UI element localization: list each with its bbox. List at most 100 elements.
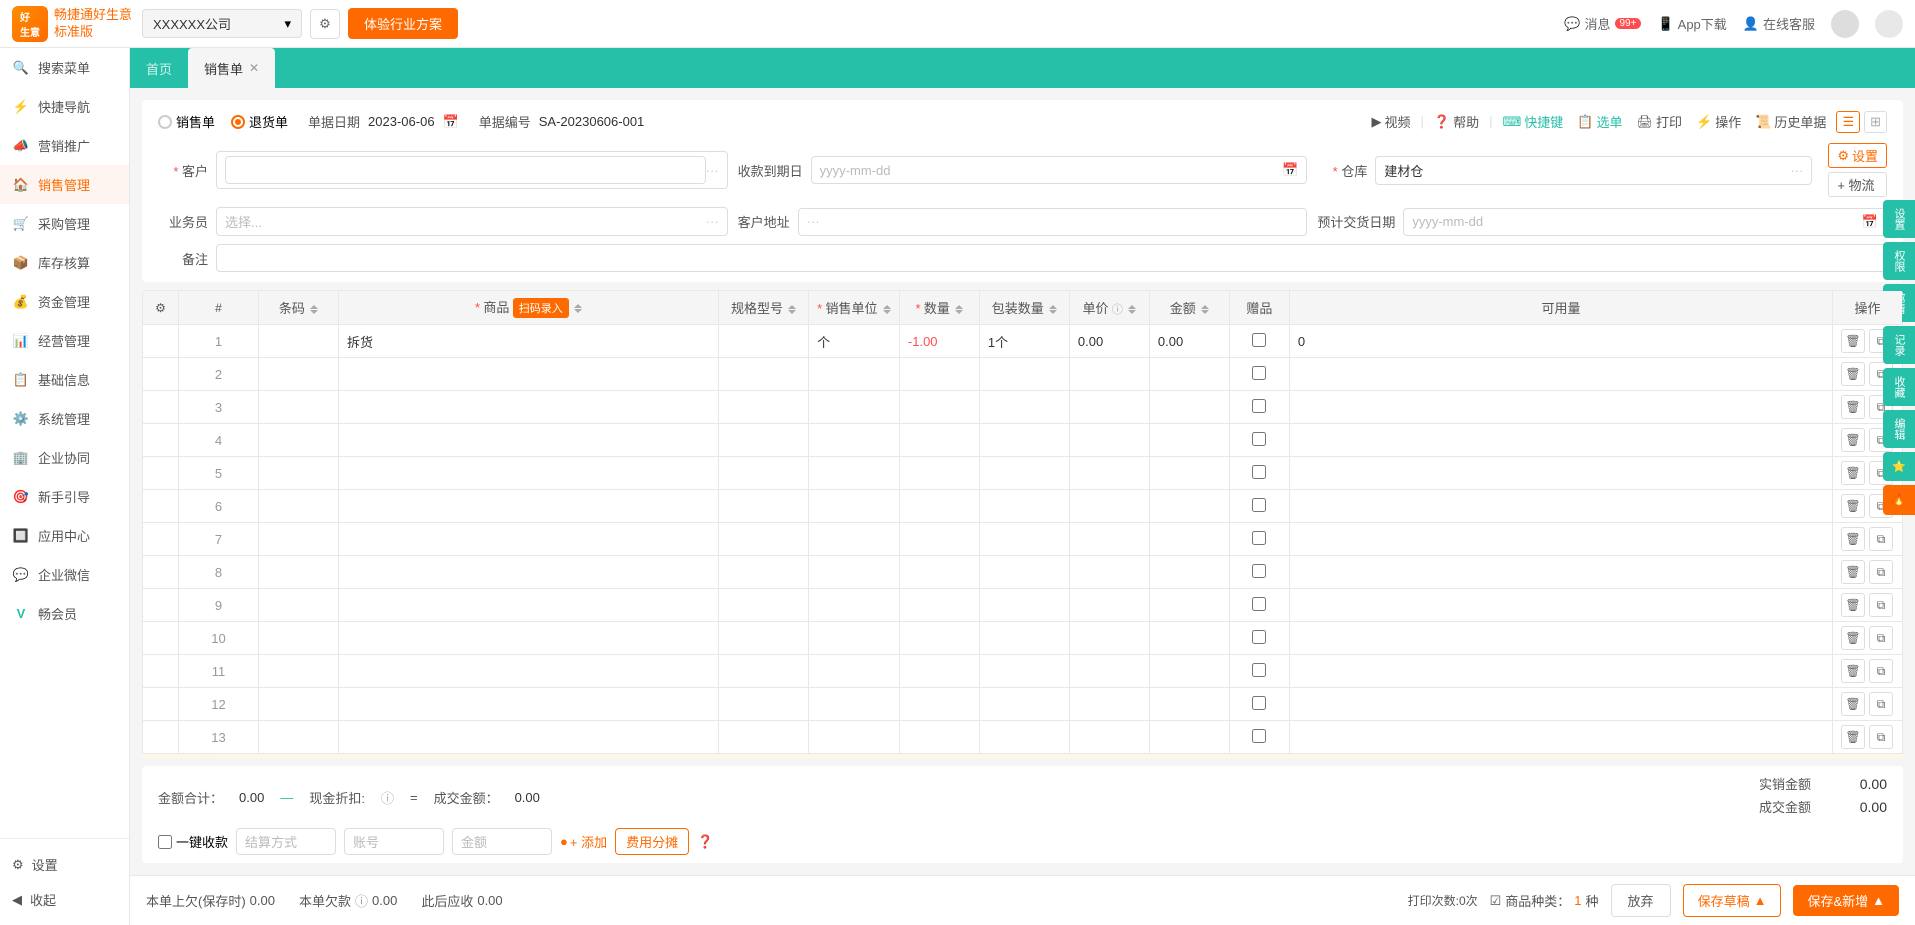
discount-help-icon[interactable]: ⓘ [381, 788, 394, 807]
sidebar-item-search[interactable]: 🔍 搜索菜单 [0, 48, 129, 87]
delete-row-btn[interactable]: 🗑 [1841, 626, 1865, 650]
tab-sale-order[interactable]: 销售单 ✕ [188, 48, 275, 88]
calendar-icon2[interactable]: 📅 [1282, 162, 1298, 178]
warehouse-input[interactable]: 建材仓 ··· [1375, 156, 1812, 185]
rfloat-btn-2[interactable]: 权限 [1883, 242, 1915, 280]
calendar-icon3[interactable]: 📅 [1862, 214, 1878, 230]
save-draft-button[interactable]: 保存草稿 ▲ [1683, 884, 1782, 917]
delete-row-btn[interactable]: 🗑 [1841, 692, 1865, 716]
delete-row-btn[interactable]: 🗑 [1841, 329, 1865, 353]
trial-button[interactable]: 体验行业方案 [348, 8, 458, 39]
abandon-button[interactable]: 放弃 [1611, 884, 1671, 917]
history-btn[interactable]: 📜 历史单据 [1751, 110, 1830, 133]
gift-checkbox[interactable] [1252, 531, 1266, 545]
gift-checkbox[interactable] [1252, 597, 1266, 611]
sidebar-collapse[interactable]: ◀ 收起 [0, 882, 129, 917]
sidebar-item-operation[interactable]: 📊 经营管理 [0, 321, 129, 360]
sidebar-item-inventory[interactable]: 📦 库存核算 [0, 243, 129, 282]
avatar2[interactable] [1875, 10, 1903, 38]
account-input[interactable]: 账号 [344, 828, 444, 855]
customer-input[interactable]: ··· [216, 151, 728, 189]
rfloat-btn-1[interactable]: 设置 [1883, 200, 1915, 238]
rfloat-btn-7[interactable]: ⭐ [1883, 452, 1915, 481]
gift-checkbox[interactable] [1252, 333, 1266, 347]
copy-row-btn[interactable]: ⧉ [1869, 659, 1893, 683]
gift-checkbox[interactable] [1252, 630, 1266, 644]
radio-return[interactable]: 退货单 [231, 112, 288, 131]
delete-row-btn[interactable]: 🗑 [1841, 494, 1865, 518]
settings-form-btn[interactable]: ⚙ 设置 [1828, 143, 1887, 168]
gift-checkbox[interactable] [1252, 663, 1266, 677]
salesperson-select-icon[interactable]: ··· [706, 214, 719, 229]
gift-checkbox[interactable] [1252, 399, 1266, 413]
settle-method-input[interactable]: 结算方式 [236, 828, 336, 855]
add-payment-btn[interactable]: ● + 添加 [560, 832, 607, 851]
one-click-pay-checkbox[interactable] [158, 835, 172, 849]
copy-row-btn[interactable]: ⧉ [1869, 527, 1893, 551]
delete-row-btn[interactable]: 🗑 [1841, 560, 1865, 584]
sidebar-item-appstore[interactable]: 🔲 应用中心 [0, 516, 129, 555]
tab-home[interactable]: 首页 [130, 48, 188, 88]
sidebar-item-finance[interactable]: 💰 资金管理 [0, 282, 129, 321]
delete-row-btn[interactable]: 🗑 [1841, 593, 1865, 617]
copy-row-btn[interactable]: ⧉ [1869, 725, 1893, 749]
logistics-btn[interactable]: + 物流 [1828, 172, 1887, 197]
print-btn[interactable]: 🖨 打印 [1633, 110, 1687, 133]
delete-row-btn[interactable]: 🗑 [1841, 725, 1865, 749]
rfloat-btn-4[interactable]: 记录 [1883, 326, 1915, 364]
delete-row-btn[interactable]: 🗑 [1841, 461, 1865, 485]
addr-select-icon[interactable]: ··· [807, 214, 820, 229]
help-btn[interactable]: ❓ 帮助 [1430, 110, 1483, 133]
online-service-button[interactable]: 👤 在线客服 [1743, 14, 1815, 33]
delete-row-btn[interactable]: 🗑 [1841, 527, 1865, 551]
grid-view-btn[interactable]: ⊞ [1864, 111, 1887, 133]
delete-row-btn[interactable]: 🗑 [1841, 395, 1865, 419]
due-date-input[interactable]: yyyy-mm-dd 📅 [811, 156, 1308, 184]
gift-checkbox[interactable] [1252, 366, 1266, 380]
radio-sale[interactable]: 销售单 [158, 112, 215, 131]
tab-close-icon[interactable]: ✕ [249, 61, 259, 75]
save-new-button[interactable]: 保存&新增 ▲ [1793, 885, 1899, 916]
delete-row-btn[interactable]: 🗑 [1841, 362, 1865, 386]
gift-checkbox[interactable] [1252, 432, 1266, 446]
video-btn[interactable]: ▶ 视频 [1368, 110, 1415, 133]
settings-button[interactable]: ⚙ [310, 9, 340, 39]
gift-checkbox[interactable] [1252, 498, 1266, 512]
col-settings[interactable]: ⚙ [143, 291, 179, 325]
sidebar-item-wechat[interactable]: 💬 企业微信 [0, 555, 129, 594]
expense-split-btn[interactable]: 费用分摊 [615, 828, 689, 855]
copy-row-btn[interactable]: ⧉ [1869, 626, 1893, 650]
gift-checkbox[interactable] [1252, 465, 1266, 479]
rfloat-btn-8[interactable]: 🔥 [1883, 485, 1915, 514]
sidebar-item-purchase[interactable]: 🛒 采购管理 [0, 204, 129, 243]
expense-help-icon[interactable]: ❓ [697, 834, 713, 850]
shortcut-btn[interactable]: ⌨ 快捷键 [1499, 110, 1568, 133]
select-btn[interactable]: 📋 选单 [1573, 110, 1626, 133]
one-click-pay-check[interactable]: 一键收款 [158, 832, 228, 851]
sidebar-item-system[interactable]: ⚙️ 系统管理 [0, 399, 129, 438]
rfloat-btn-5[interactable]: 收藏 [1883, 368, 1915, 406]
barcode-scan-btn[interactable]: 扫码录入 [513, 298, 569, 318]
discount-dash[interactable]: — [280, 790, 293, 805]
radio-sale-input[interactable] [158, 115, 172, 129]
copy-row-btn[interactable]: ⧉ [1869, 692, 1893, 716]
radio-return-input[interactable] [231, 115, 245, 129]
sidebar-item-marketing[interactable]: 📣 营销推广 [0, 126, 129, 165]
customer-select-icon[interactable]: ··· [706, 163, 719, 178]
message-button[interactable]: 💬 消息 99+ [1564, 14, 1641, 33]
delete-row-btn[interactable]: 🗑 [1841, 428, 1865, 452]
operation-btn[interactable]: ⚡ 操作 [1692, 110, 1745, 133]
sidebar-settings[interactable]: ⚙ 设置 [0, 847, 129, 882]
sidebar-item-quicknav[interactable]: ⚡ 快捷导航 [0, 87, 129, 126]
rfloat-btn-6[interactable]: 编辑 [1883, 410, 1915, 448]
copy-row-btn[interactable]: ⧉ [1869, 560, 1893, 584]
expected-date-input[interactable]: yyyy-mm-dd 📅 [1403, 208, 1887, 236]
calendar-icon[interactable]: 📅 [443, 114, 459, 130]
sidebar-item-guide[interactable]: 🎯 新手引导 [0, 477, 129, 516]
copy-row-btn[interactable]: ⧉ [1869, 593, 1893, 617]
total-owe-help[interactable]: ⓘ [355, 891, 368, 910]
remark-input[interactable] [216, 244, 1887, 272]
gift-checkbox[interactable] [1252, 729, 1266, 743]
list-view-btn[interactable]: ☰ [1836, 111, 1860, 133]
salesperson-input[interactable]: 选择... ··· [216, 207, 728, 236]
